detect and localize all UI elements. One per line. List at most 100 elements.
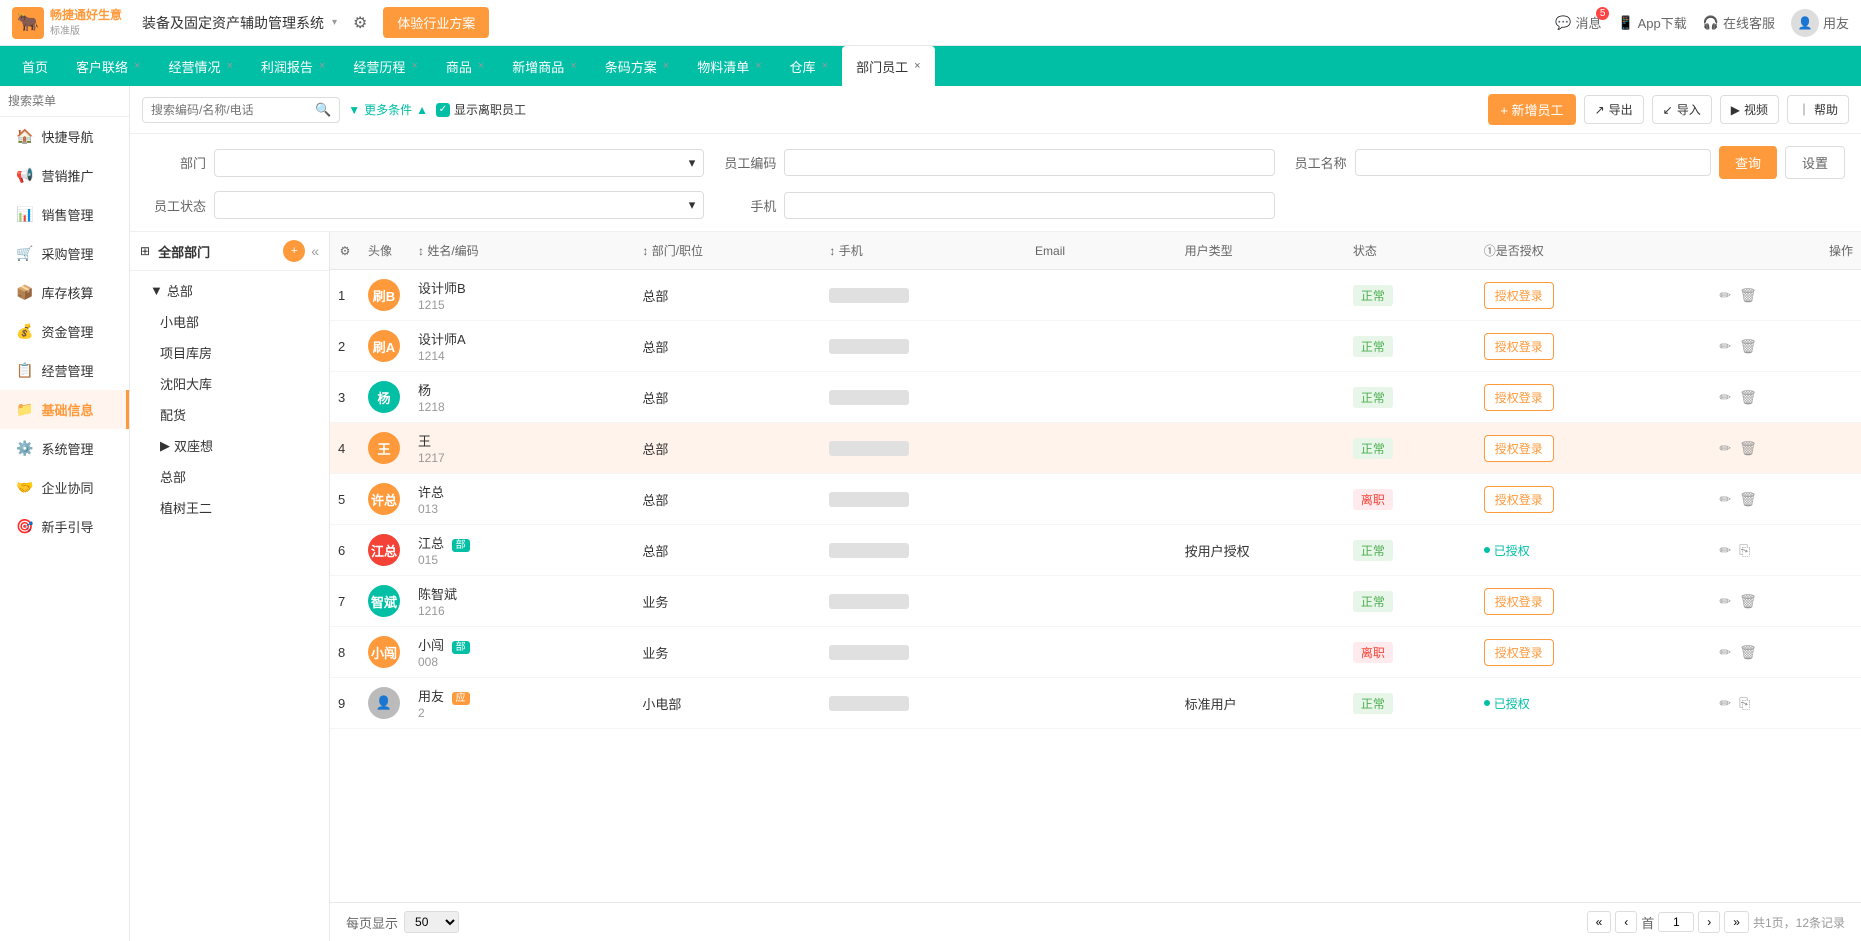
close-icon[interactable]: × xyxy=(478,60,484,72)
dept-node-zhishu[interactable]: 植树王二 xyxy=(130,492,329,523)
prev-page-button[interactable]: ‹ xyxy=(1615,911,1637,933)
tab-employee[interactable]: 部门员工× xyxy=(842,46,934,86)
close-icon[interactable]: × xyxy=(411,60,417,72)
close-icon[interactable]: × xyxy=(663,60,669,72)
sidebar-item-ops[interactable]: 📋 经营管理 xyxy=(0,351,129,390)
user-area[interactable]: 👤 用友 xyxy=(1791,9,1849,37)
emp-name-input[interactable] xyxy=(1355,149,1711,176)
delete-icon[interactable]: 🗑 xyxy=(1739,440,1757,457)
delete-icon[interactable]: 🗑 xyxy=(1739,389,1757,406)
settings-icon[interactable]: ⚙ xyxy=(353,13,367,33)
auth-login-button[interactable]: 授权登录 xyxy=(1484,588,1554,615)
delete-icon[interactable]: 🗑 xyxy=(1739,593,1757,610)
sidebar-item-system[interactable]: ⚙️ 系统管理 xyxy=(0,429,129,468)
tab-operation[interactable]: 经营情况× xyxy=(154,46,246,86)
per-page-select[interactable]: 50 20 100 xyxy=(404,911,459,933)
dept-all-label[interactable]: 全部部门 xyxy=(158,242,277,261)
close-icon[interactable]: × xyxy=(226,60,232,72)
col-dept-header[interactable]: ↕ 部门/职位 xyxy=(634,232,821,270)
delete-icon[interactable]: 🗑 xyxy=(1739,644,1757,661)
col-phone-header[interactable]: ↕ 手机 xyxy=(821,232,1027,270)
auth-login-button[interactable]: 授权登录 xyxy=(1484,435,1554,462)
tab-home[interactable]: 首页 xyxy=(8,46,62,86)
emp-code-input[interactable] xyxy=(784,149,1274,176)
close-icon[interactable]: × xyxy=(570,60,576,72)
dept-node-project[interactable]: 项目库房 xyxy=(130,337,329,368)
sidebar-item-marketing[interactable]: 📢 营销推广 xyxy=(0,156,129,195)
last-page-button[interactable]: » xyxy=(1724,911,1749,933)
search-input[interactable] xyxy=(151,103,311,117)
close-icon[interactable]: × xyxy=(822,60,828,72)
tab-warehouse[interactable]: 仓库× xyxy=(776,46,842,86)
tab-bom[interactable]: 物料清单× xyxy=(683,46,775,86)
sidebar-search-input[interactable] xyxy=(8,94,130,108)
first-page-button[interactable]: « xyxy=(1587,911,1612,933)
auth-login-button[interactable]: 授权登录 xyxy=(1484,486,1554,513)
tab-history[interactable]: 经营历程× xyxy=(339,46,431,86)
reset-button[interactable]: 设置 xyxy=(1785,146,1845,179)
copy-icon[interactable]: ⎘ xyxy=(1739,542,1750,559)
sidebar-item-nav[interactable]: 🏠 快捷导航 xyxy=(0,117,129,156)
edit-icon[interactable]: ✏ xyxy=(1719,440,1731,457)
dept-node-xiaodian[interactable]: 小电部 xyxy=(130,306,329,337)
auth-login-button[interactable]: 授权登录 xyxy=(1484,639,1554,666)
sidebar-item-sales[interactable]: 📊 销售管理 xyxy=(0,195,129,234)
sidebar-item-finance[interactable]: 💰 资金管理 xyxy=(0,312,129,351)
edit-icon[interactable]: ✏ xyxy=(1719,389,1731,406)
tab-profit[interactable]: 利润报告× xyxy=(247,46,339,86)
sidebar-item-collab[interactable]: 🤝 企业协同 xyxy=(0,468,129,507)
edit-icon[interactable]: ✏ xyxy=(1719,338,1731,355)
edit-icon[interactable]: ✏ xyxy=(1719,593,1731,610)
sidebar-item-basic[interactable]: 📁 基础信息 xyxy=(0,390,129,429)
view-button[interactable]: ▶ 视频 xyxy=(1720,95,1779,124)
delete-icon[interactable]: 🗑 xyxy=(1739,287,1757,304)
auth-login-button[interactable]: 授权登录 xyxy=(1484,333,1554,360)
message-item[interactable]: 💬 消息 5 xyxy=(1555,13,1601,32)
app-download-item[interactable]: 📱 App下载 xyxy=(1617,13,1686,32)
col-settings[interactable]: ⚙ xyxy=(330,232,360,270)
edit-icon[interactable]: ✏ xyxy=(1719,287,1731,304)
help-button[interactable]: ｜ 帮助 xyxy=(1787,95,1849,124)
tab-add-goods[interactable]: 新增商品× xyxy=(498,46,590,86)
search-submit-icon[interactable]: 🔍 xyxy=(315,102,331,118)
add-employee-button[interactable]: + 新增员工 xyxy=(1488,94,1575,125)
dept-node-peihuo[interactable]: 配货 xyxy=(130,399,329,430)
dropdown-arrow-icon[interactable]: ▾ xyxy=(332,17,337,28)
tab-barcode[interactable]: 条码方案× xyxy=(591,46,683,86)
trial-button[interactable]: 体验行业方案 xyxy=(383,7,489,38)
dept-add-icon[interactable]: + xyxy=(283,240,305,262)
next-page-button[interactable]: › xyxy=(1698,911,1720,933)
tab-goods[interactable]: 商品× xyxy=(432,46,498,86)
dept-collapse-btn[interactable]: « xyxy=(311,243,319,259)
online-service-item[interactable]: 🎧 在线客服 xyxy=(1703,13,1775,32)
sidebar-item-guide[interactable]: 🎯 新手引导 xyxy=(0,507,129,546)
copy-icon[interactable]: ⎘ xyxy=(1739,695,1750,712)
status-filter-select[interactable]: ▾ xyxy=(214,191,704,219)
auth-login-button[interactable]: 授权登录 xyxy=(1484,282,1554,309)
dept-filter-select[interactable]: ▾ xyxy=(214,149,704,177)
auth-login-button[interactable]: 授权登录 xyxy=(1484,384,1554,411)
delete-icon[interactable]: 🗑 xyxy=(1739,491,1757,508)
close-icon[interactable]: × xyxy=(914,60,920,72)
more-filter-btn[interactable]: ▼ 更多条件 ▲ xyxy=(348,101,428,118)
import-button[interactable]: ↙ 导入 xyxy=(1652,95,1712,124)
close-icon[interactable]: × xyxy=(755,60,761,72)
export-button[interactable]: ↗ 导出 xyxy=(1584,95,1644,124)
edit-icon[interactable]: ✏ xyxy=(1719,695,1731,712)
query-button[interactable]: 查询 xyxy=(1719,146,1777,179)
col-name-header[interactable]: ↕ 姓名/编码 xyxy=(410,232,634,270)
close-icon[interactable]: × xyxy=(134,60,140,72)
dept-node-general[interactable]: ▼ 总部 xyxy=(130,275,329,306)
show-resigned-toggle[interactable]: ✓ 显示离职员工 xyxy=(436,101,526,118)
sidebar-item-purchase[interactable]: 🛒 采购管理 xyxy=(0,234,129,273)
tab-customer[interactable]: 客户联络× xyxy=(62,46,154,86)
edit-icon[interactable]: ✏ xyxy=(1719,644,1731,661)
sidebar-item-inventory[interactable]: 📦 库存核算 xyxy=(0,273,129,312)
phone-filter-input[interactable] xyxy=(784,192,1274,219)
dept-node-shenyang[interactable]: 沈阳大库 xyxy=(130,368,329,399)
dept-node-zongbu[interactable]: 总部 xyxy=(130,461,329,492)
delete-icon[interactable]: 🗑 xyxy=(1739,338,1757,355)
close-icon[interactable]: × xyxy=(319,60,325,72)
edit-icon[interactable]: ✏ xyxy=(1719,542,1731,559)
dept-node-shuangzuo[interactable]: ▶ 双座想 xyxy=(130,430,329,461)
